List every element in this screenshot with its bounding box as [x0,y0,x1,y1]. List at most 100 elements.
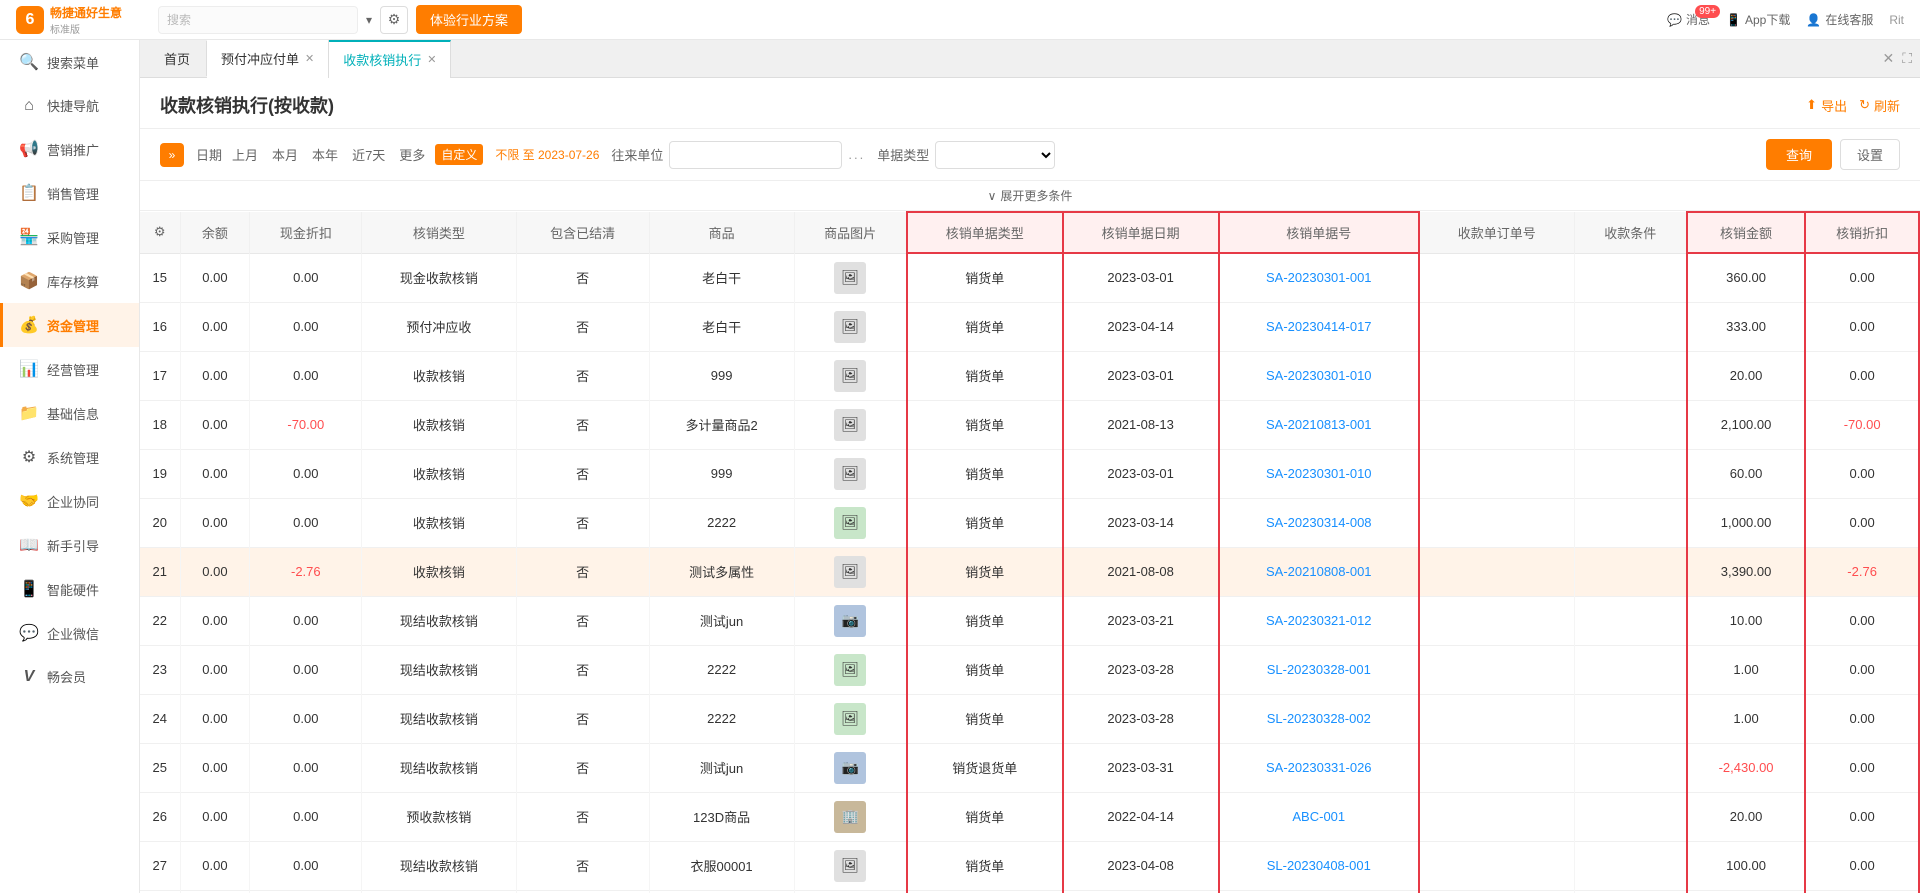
sidebar-item-sales[interactable]: 📋 销售管理 [0,171,139,215]
date-this-year[interactable]: 本年 [308,143,342,166]
cell-cash-discount: 0.00 [250,302,362,351]
cell-writeoff-discount: 0.00 [1805,253,1919,302]
cell-include-settled: 否 [516,253,649,302]
app-icon: 📱 [1726,13,1741,27]
voucher-type-select[interactable] [935,141,1055,169]
expand-more-bar: ∨ 展开更多条件 [140,181,1920,211]
cell-include-settled: 否 [516,596,649,645]
messages-btn[interactable]: 💬 消息 99+ [1667,11,1710,28]
cell-receipt-order-no [1419,498,1574,547]
table-row: 190.000.00收款核销否999🖼销货单2023-03-01SA-20230… [140,449,1919,498]
sidebar-item-guide[interactable]: 📖 新手引导 [0,523,139,567]
cell-product: 999 [649,351,794,400]
cell-cash-discount: 0.00 [250,694,362,743]
sidebar-item-operations[interactable]: 📊 经营管理 [0,347,139,391]
inventory-icon: 📦 [19,271,39,291]
cell-writeoff-amount: 1,000.00 [1687,498,1805,547]
cell-writeoff-no[interactable]: SA-20210808-001 [1219,547,1420,596]
sidebar-item-basic[interactable]: 📁 基础信息 [0,391,139,435]
cell-writeoff-amount: 1.00 [1687,645,1805,694]
table-settings-icon[interactable]: ⚙ [154,224,166,239]
query-btn[interactable]: 查询 [1766,139,1832,170]
cell-writeoff-discount: 0.00 [1805,302,1919,351]
sidebar-item-marketing[interactable]: 📢 营销推广 [0,127,139,171]
sidebar-label-wechat: 企业微信 [47,624,99,643]
tab-prepay[interactable]: 预付冲应付单 ✕ [207,40,329,78]
filter-settings-btn[interactable]: 设置 [1840,139,1900,170]
tab-receipts-label: 收款核销执行 [343,50,421,69]
cell-writeoff-no[interactable]: SL-20230328-001 [1219,645,1420,694]
messages-badge: 99+ [1695,5,1720,18]
cell-writeoff-no[interactable]: SL-20230408-001 [1219,841,1420,890]
search-dropdown-btn[interactable]: ▾ [366,13,372,27]
sidebar-item-quick-nav[interactable]: ⌂ 快捷导航 [0,84,139,127]
filter-expand-btn[interactable]: » [160,143,184,167]
sidebar-item-search[interactable]: 🔍 搜索菜单 [0,40,139,84]
sidebar-item-hardware[interactable]: 📱 智能硬件 [0,567,139,611]
sidebar-item-inventory[interactable]: 📦 库存核算 [0,259,139,303]
cell-writeoff-no[interactable]: SA-20230414-017 [1219,302,1420,351]
cell-writeoff-no[interactable]: ABC-001 [1219,792,1420,841]
cell-writeoff-no[interactable]: SA-20230301-010 [1219,351,1420,400]
cell-include-settled: 否 [516,841,649,890]
sidebar-item-wechat[interactable]: 💬 企业微信 [0,611,139,655]
cell-writeoff-no[interactable]: SA-20230301-010 [1219,449,1420,498]
tab-bar: 首页 预付冲应付单 ✕ 收款核销执行 ✕ ✕ ⛶ [140,40,1920,78]
cell-writeoff-no[interactable]: SA-20230314-008 [1219,498,1420,547]
sidebar-item-vip[interactable]: V 畅会员 [0,655,139,698]
cell-writeoff-no[interactable]: SA-20230331-026 [1219,743,1420,792]
industry-btn[interactable]: 体验行业方案 [416,5,522,34]
cell-writeoff-no[interactable]: SA-20230301-001 [1219,253,1420,302]
col-header-writeoff-amount: 核销金额 [1687,212,1805,253]
settings-gear-btn[interactable]: ⚙ [380,6,408,34]
date-this-month[interactable]: 本月 [268,143,302,166]
sidebar-label-search: 搜索菜单 [47,53,99,72]
page-title: 收款核销执行(按收款) [160,92,334,118]
home-icon: ⌂ [19,97,39,115]
tab-receipts-close[interactable]: ✕ [427,53,436,66]
cell-writeoff-date: 2023-03-31 [1063,743,1219,792]
cell-writeoff-voucher-type: 销货单 [907,694,1063,743]
counterpart-input[interactable] [669,141,842,169]
cell-writeoff-no[interactable]: SL-20230328-002 [1219,694,1420,743]
tab-close-all-icon[interactable]: ✕ [1882,50,1894,67]
sidebar-item-purchase[interactable]: 🏪 采购管理 [0,215,139,259]
date-custom-btn[interactable]: 自定义 [435,144,483,165]
app-logo: 6 畅捷通好生意 标准版 [16,4,146,36]
sidebar-item-system[interactable]: ⚙ 系统管理 [0,435,139,479]
tab-expand-icon[interactable]: ⛶ [1902,50,1912,67]
cell-receipt-condition [1574,351,1687,400]
cell-product: 测试jun [649,596,794,645]
date-last-month[interactable]: 上月 [228,143,262,166]
cell-writeoff-type: 收款核销 [362,351,516,400]
expand-more-btn[interactable]: ∨ 展开更多条件 [988,187,1073,204]
sidebar: 🔍 搜索菜单 ⌂ 快捷导航 📢 营销推广 📋 销售管理 🏪 采购管理 📦 库存核… [0,40,140,893]
date-more[interactable]: 更多 [395,143,429,166]
sidebar-item-enterprise[interactable]: 🤝 企业协同 [0,479,139,523]
export-btn[interactable]: ⬆ 导出 [1806,96,1847,115]
refresh-btn[interactable]: ↻ 刷新 [1859,96,1900,115]
app-download-btn[interactable]: 📱 App下载 [1726,11,1790,28]
tab-home[interactable]: 首页 [148,41,207,76]
date-last-7days[interactable]: 近7天 [348,143,389,166]
cell-writeoff-date: 2023-03-28 [1063,694,1219,743]
basic-icon: 📁 [19,403,39,423]
cell-writeoff-no[interactable]: SA-20230321-012 [1219,596,1420,645]
cell-include-settled: 否 [516,743,649,792]
online-service-btn[interactable]: 👤 在线客服 [1806,11,1873,28]
cell-receipt-condition [1574,253,1687,302]
sidebar-label-marketing: 营销推广 [47,140,99,159]
sidebar-item-finance[interactable]: 💰 资金管理 [0,303,139,347]
purchase-icon: 🏪 [19,227,39,247]
cell-product-img: 🖼 [794,449,907,498]
cell-idx: 20 [140,498,180,547]
tab-prepay-close[interactable]: ✕ [305,52,314,65]
page-actions: ⬆ 导出 ↻ 刷新 [1806,96,1900,115]
cell-writeoff-no[interactable]: SA-20210813-001 [1219,400,1420,449]
wechat-icon: 💬 [19,623,39,643]
tab-receipts[interactable]: 收款核销执行 ✕ [329,40,451,78]
cell-writeoff-voucher-type: 销货单 [907,792,1063,841]
top-search-input[interactable] [158,6,358,34]
col-header-settings[interactable]: ⚙ [140,212,180,253]
cell-include-settled: 否 [516,792,649,841]
